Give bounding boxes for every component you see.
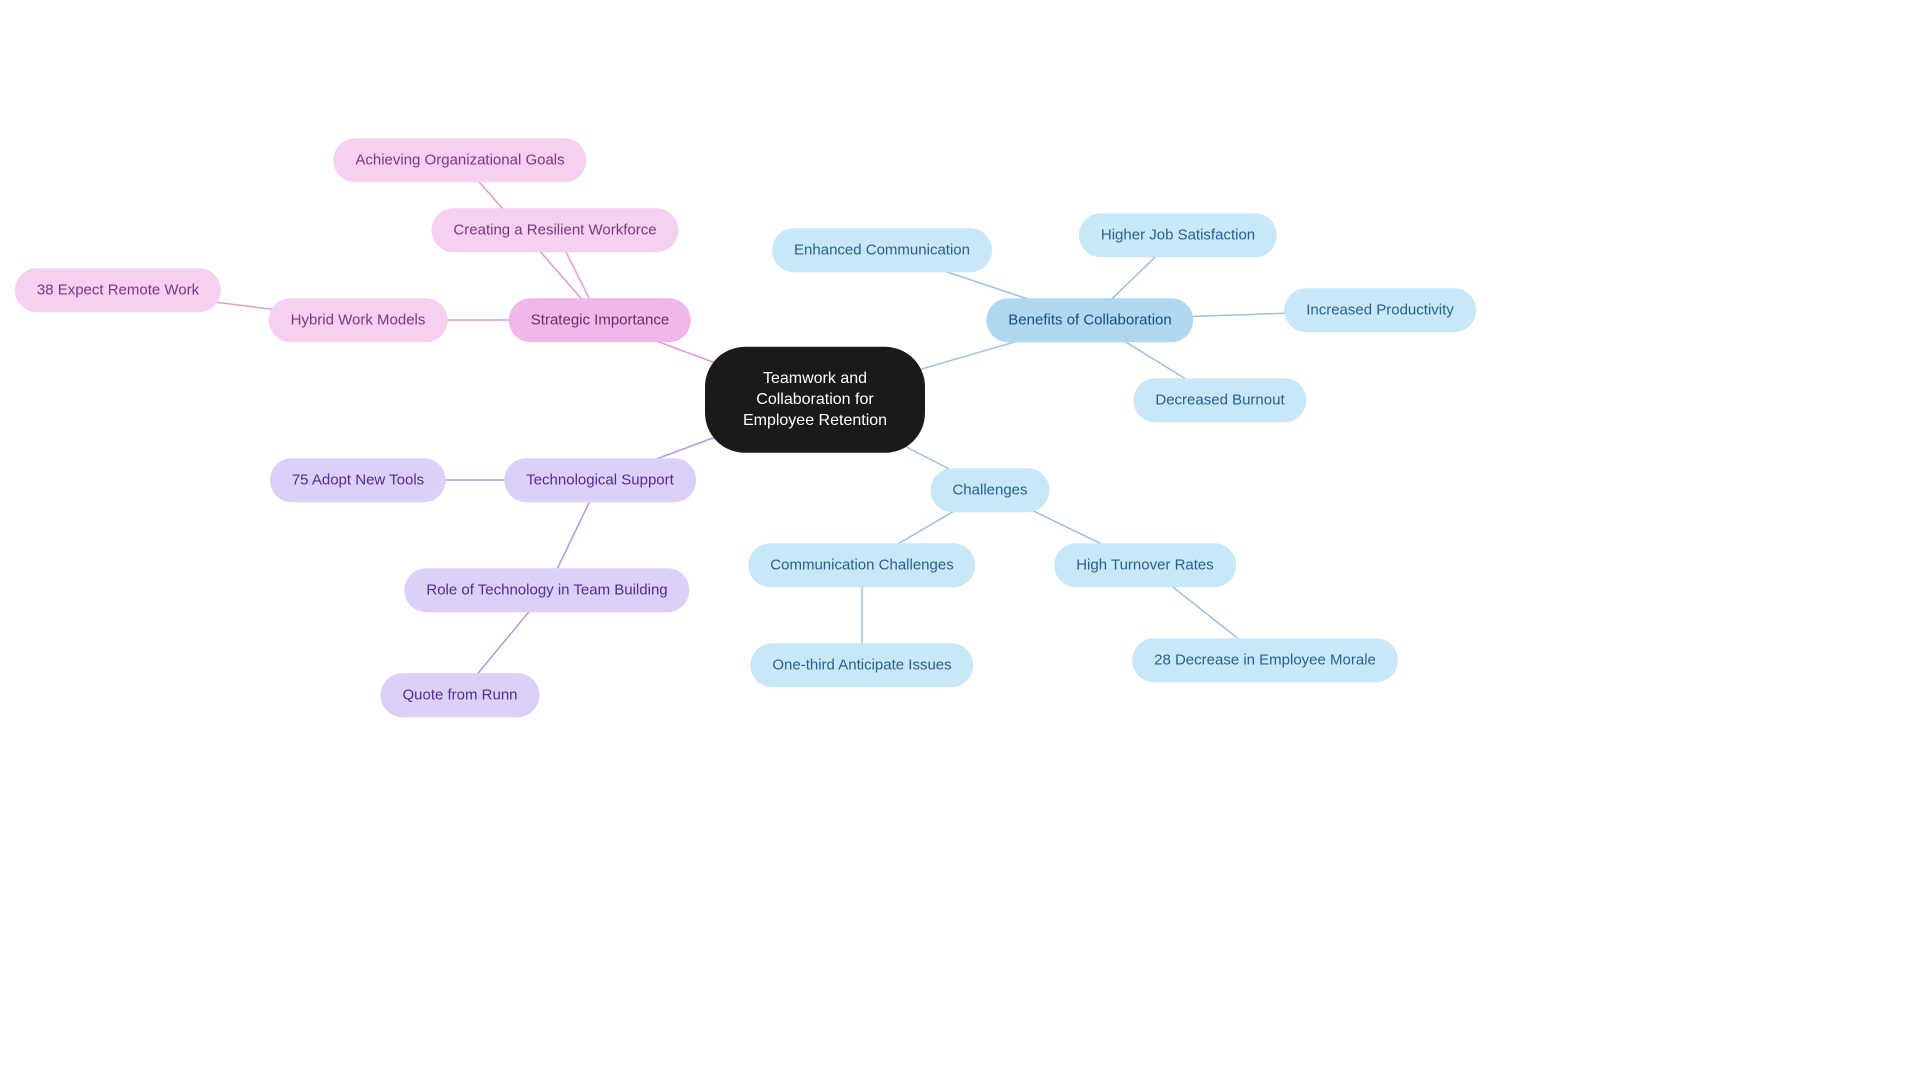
node-resilientWorkforce[interactable]: Creating a Resilient Workforce <box>431 208 678 252</box>
node-increasedProductivity[interactable]: Increased Productivity <box>1284 288 1476 332</box>
node-hybridWorkModels[interactable]: Hybrid Work Models <box>269 298 448 342</box>
node-highTurnoverRates[interactable]: High Turnover Rates <box>1054 543 1236 587</box>
node-adoptNewTools[interactable]: 75 Adopt New Tools <box>270 458 446 502</box>
node-benefitsCollaboration[interactable]: Benefits of Collaboration <box>986 298 1193 342</box>
node-technologicalSupport[interactable]: Technological Support <box>504 458 696 502</box>
node-quoteRunn[interactable]: Quote from Runn <box>380 673 539 717</box>
mindmap-container: Teamwork and Collaboration for Employee … <box>0 0 1920 1083</box>
node-achievingGoals[interactable]: Achieving Organizational Goals <box>333 138 586 182</box>
node-strategicImportance[interactable]: Strategic Importance <box>509 298 691 342</box>
node-decreaseEmployeeMorale[interactable]: 28 Decrease in Employee Morale <box>1132 638 1398 682</box>
connections-svg <box>0 0 1920 1083</box>
node-decreasedBurnout[interactable]: Decreased Burnout <box>1133 378 1306 422</box>
node-higherJobSatisfaction[interactable]: Higher Job Satisfaction <box>1079 213 1277 257</box>
node-oneThirdAnticipate[interactable]: One-third Anticipate Issues <box>750 643 973 687</box>
node-roleTechnology[interactable]: Role of Technology in Team Building <box>404 568 689 612</box>
node-communicationChallenges[interactable]: Communication Challenges <box>748 543 975 587</box>
node-enhancedCommunication[interactable]: Enhanced Communication <box>772 228 992 272</box>
node-challenges[interactable]: Challenges <box>930 468 1049 512</box>
node-remoteWork[interactable]: 38 Expect Remote Work <box>15 268 221 312</box>
node-center[interactable]: Teamwork and Collaboration for Employee … <box>705 347 925 453</box>
